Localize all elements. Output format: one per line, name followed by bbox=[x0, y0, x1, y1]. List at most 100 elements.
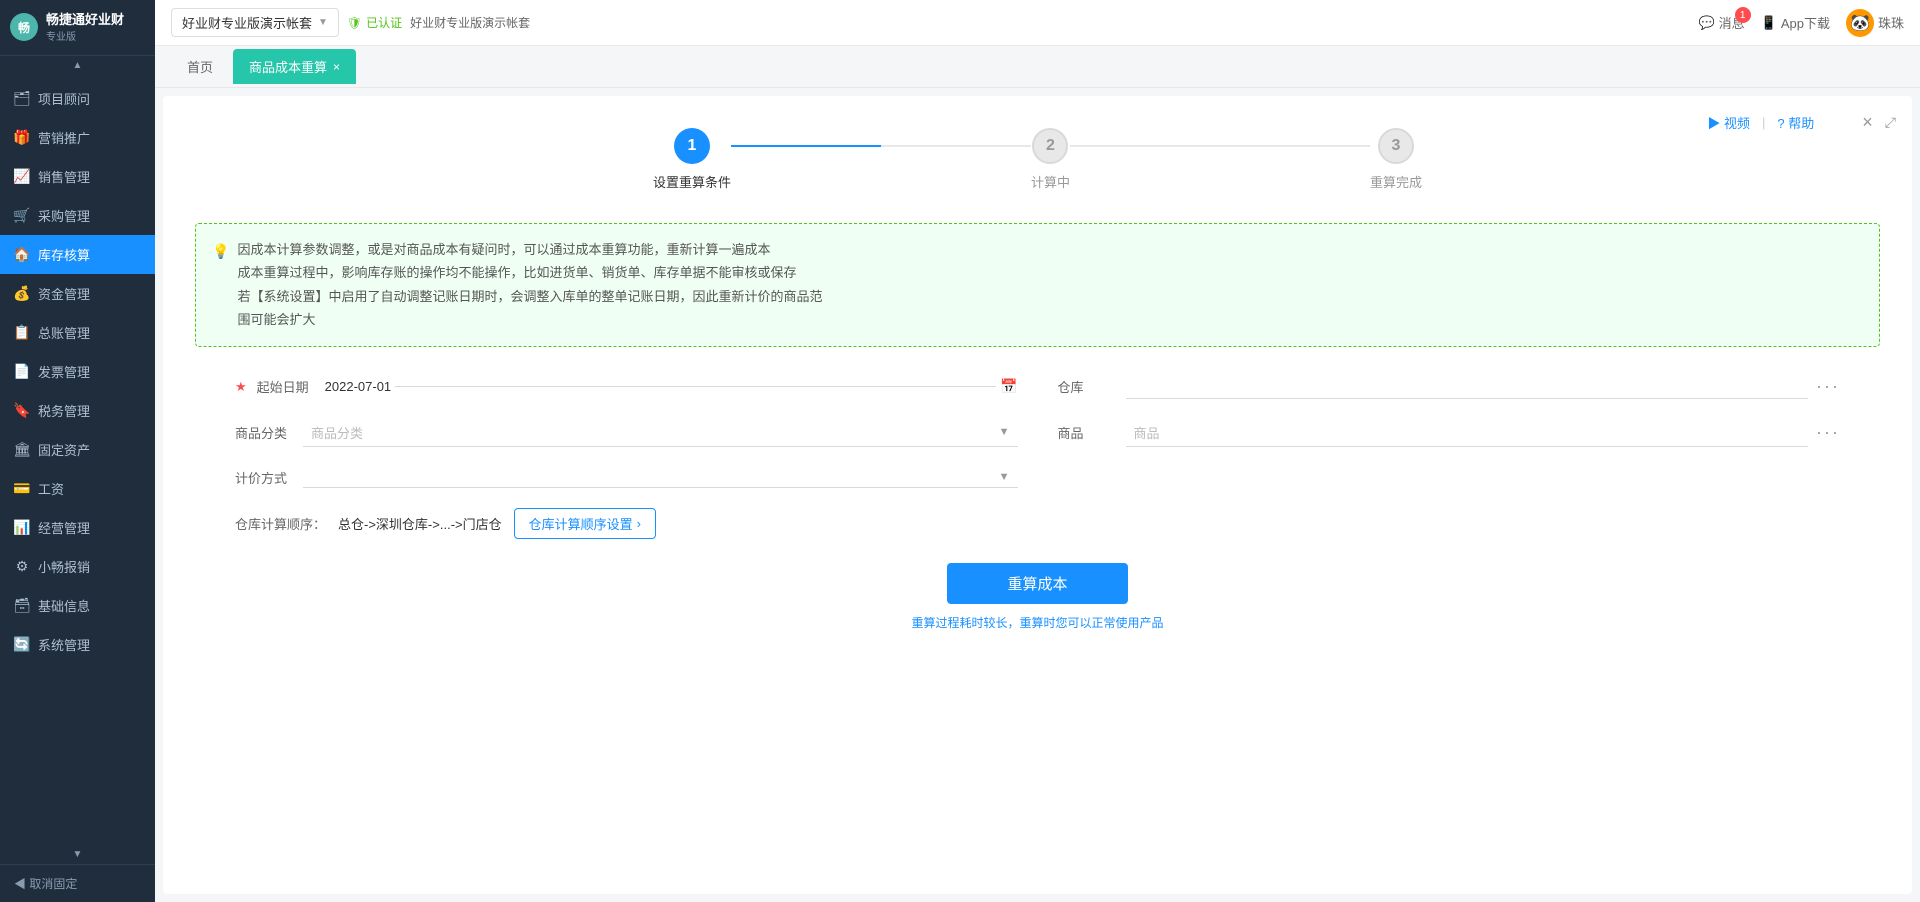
sidebar-item-sales[interactable]: 📈 销售管理 bbox=[0, 157, 155, 196]
user-name: 珠珠 bbox=[1878, 13, 1904, 32]
warehouse-input[interactable] bbox=[1126, 375, 1809, 399]
sidebar-item-salary[interactable]: 💳 工资 bbox=[0, 469, 155, 508]
avatar-image: 🐼 bbox=[1846, 9, 1874, 37]
warehouse-more-icon[interactable]: ··· bbox=[1816, 376, 1840, 397]
goods-label: 商品 bbox=[1058, 423, 1118, 442]
topbar-left: 好业财专业版演示帐套 ▼ 🛡 已认证 好业财专业版演示帐套 bbox=[171, 8, 1686, 37]
sidebar: 畅 畅捷通好业财 专业版 ▲ 🗂 项目顾问 🎁 营销推广 📈 销售管理 🛒 采购… bbox=[0, 0, 155, 902]
warehouse-order-value: 总仓->深圳仓库->...->门店仓 bbox=[338, 514, 502, 533]
verified-badge: 🛡 已认证 bbox=[347, 14, 402, 31]
project-icon: 🗂 bbox=[14, 90, 30, 106]
sidebar-item-label: 经营管理 bbox=[38, 518, 90, 537]
basic-icon: 🗃 bbox=[14, 597, 30, 613]
system-icon: 🔄 bbox=[14, 636, 30, 652]
sidebar-unpin-button[interactable]: ◀ 取消固定 bbox=[0, 864, 155, 902]
app-download-label: App下载 bbox=[1781, 13, 1830, 32]
expand-button[interactable]: ⤢ bbox=[1885, 114, 1896, 131]
assets-icon: 🏛 bbox=[14, 441, 30, 457]
sidebar-item-label: 销售管理 bbox=[38, 167, 90, 186]
app-download-button[interactable]: 📱 App下载 bbox=[1761, 13, 1830, 32]
tab-cost-recalc-label: 商品成本重算 bbox=[249, 57, 327, 76]
step-container: 1 设置重算条件 2 计算中 3 重算完成 bbox=[195, 120, 1880, 191]
sidebar-item-label: 库存核算 bbox=[38, 245, 90, 264]
sidebar-item-basic[interactable]: 🗃 基础信息 bbox=[0, 586, 155, 625]
operations-icon: 📊 bbox=[14, 519, 30, 535]
sidebar-item-invoice[interactable]: 📄 发票管理 bbox=[0, 352, 155, 391]
step-1-circle: 1 bbox=[674, 128, 710, 164]
warehouse-label: 仓库 bbox=[1058, 377, 1118, 396]
app-logo-icon: 畅 bbox=[10, 13, 38, 41]
form-row-2: 商品分类 商品分类 ▼ 商品 商品 ··· bbox=[235, 419, 1840, 447]
category-placeholder: 商品分类 bbox=[311, 423, 363, 442]
calendar-icon[interactable]: 📅 bbox=[1000, 378, 1017, 395]
sidebar-item-operations[interactable]: 📊 经营管理 bbox=[0, 508, 155, 547]
sidebar-item-finance[interactable]: 💰 资金管理 bbox=[0, 274, 155, 313]
step-1-label: 设置重算条件 bbox=[653, 172, 731, 191]
account-selector[interactable]: 好业财专业版演示帐套 ▼ bbox=[171, 8, 339, 37]
sidebar-item-accounting[interactable]: 📋 总账管理 bbox=[0, 313, 155, 352]
category-chevron-icon: ▼ bbox=[999, 426, 1010, 438]
start-date-label: 起始日期 bbox=[257, 377, 317, 396]
step-2-label: 计算中 bbox=[1031, 172, 1070, 191]
tab-close-icon[interactable]: × bbox=[333, 60, 340, 74]
sidebar-scroll-up[interactable]: ▲ bbox=[0, 56, 155, 75]
price-method-chevron-icon: ▼ bbox=[999, 471, 1010, 483]
form-section: ★ 起始日期 2022-07-01 📅 仓库 ··· 商品分类 bbox=[195, 375, 1880, 631]
field-warehouse: 仓库 ··· bbox=[1058, 375, 1841, 399]
main-container: 好业财专业版演示帐套 ▼ 🛡 已认证 好业财专业版演示帐套 💬 消息 1 📱 A… bbox=[155, 0, 1920, 902]
category-select[interactable]: 商品分类 ▼ bbox=[303, 419, 1018, 447]
unpin-label: ◀ 取消固定 bbox=[14, 875, 77, 892]
content-area: ▶ 视频 | ? 帮助 × ⤢ 1 设置重算条件 2 bbox=[163, 96, 1912, 894]
submit-hint: 重算过程耗时较长，重算时您可以正常使用产品 bbox=[235, 614, 1840, 631]
topbar: 好业财专业版演示帐套 ▼ 🛡 已认证 好业财专业版演示帐套 💬 消息 1 📱 A… bbox=[155, 0, 1920, 46]
account-name: 好业财专业版演示帐套 bbox=[182, 13, 312, 32]
step-2: 2 计算中 bbox=[1031, 128, 1070, 191]
sidebar-item-label: 工资 bbox=[38, 479, 64, 498]
goods-more-icon[interactable]: ··· bbox=[1816, 422, 1840, 443]
sidebar-item-project[interactable]: 🗂 项目顾问 bbox=[0, 79, 155, 118]
sidebar-item-assets[interactable]: 🏛 固定资产 bbox=[0, 430, 155, 469]
price-method-select[interactable]: ▼ bbox=[303, 467, 1018, 488]
user-avatar[interactable]: 🐼 珠珠 bbox=[1846, 9, 1904, 37]
gift-icon: 🎁 bbox=[14, 129, 30, 145]
sidebar-item-expense[interactable]: ⚙ 小畅报销 bbox=[0, 547, 155, 586]
start-date-value: 2022-07-01 bbox=[325, 379, 392, 394]
start-date-input-box: 2022-07-01 📅 bbox=[325, 378, 1018, 395]
verified-account-name: 好业财专业版演示帐套 bbox=[410, 14, 530, 31]
required-star: ★ bbox=[235, 379, 247, 395]
recalc-button[interactable]: 重算成本 bbox=[947, 563, 1127, 604]
verified-label: 已认证 bbox=[366, 14, 402, 31]
sidebar-scroll-down[interactable]: ▼ bbox=[0, 845, 155, 864]
sidebar-item-label: 税务管理 bbox=[38, 401, 90, 420]
step-2-circle: 2 bbox=[1032, 128, 1068, 164]
sidebar-item-label: 固定资产 bbox=[38, 440, 90, 459]
bulb-icon: 💡 bbox=[212, 239, 229, 332]
submit-section: 重算成本 重算过程耗时较长，重算时您可以正常使用产品 bbox=[235, 563, 1840, 631]
sidebar-item-inventory[interactable]: 🏠 库存核算 bbox=[0, 235, 155, 274]
recalc-button-label: 重算成本 bbox=[1007, 576, 1067, 593]
sidebar-item-label: 总账管理 bbox=[38, 323, 90, 342]
sidebar-item-label: 资金管理 bbox=[38, 284, 90, 303]
field-category: 商品分类 商品分类 ▼ bbox=[235, 419, 1018, 447]
tab-cost-recalc[interactable]: 商品成本重算 × bbox=[233, 49, 356, 84]
warehouse-order-settings-button[interactable]: 仓库计算顺序设置 › bbox=[514, 508, 656, 539]
notice-line-4: 围可能会扩大 bbox=[237, 308, 822, 331]
accounting-icon: 📋 bbox=[14, 324, 30, 340]
form-row-1: ★ 起始日期 2022-07-01 📅 仓库 ··· bbox=[235, 375, 1840, 399]
sidebar-item-marketing[interactable]: 🎁 营销推广 bbox=[0, 118, 155, 157]
field-price-method: 计价方式 ▼ bbox=[235, 467, 1018, 488]
message-button[interactable]: 💬 消息 1 bbox=[1698, 13, 1744, 32]
tab-home[interactable]: 首页 bbox=[171, 49, 229, 84]
expense-icon: ⚙ bbox=[14, 558, 30, 574]
notice-line-1: 因成本计算参数调整，或是对商品成本有疑问时，可以通过成本重算功能，重新计算一遍成… bbox=[237, 238, 822, 261]
shield-icon: 🛡 bbox=[347, 16, 362, 30]
inventory-icon: 🏠 bbox=[14, 246, 30, 262]
step-3-circle: 3 bbox=[1378, 128, 1414, 164]
sidebar-item-system[interactable]: 🔄 系统管理 bbox=[0, 625, 155, 664]
sidebar-item-label: 小畅报销 bbox=[38, 557, 90, 576]
sidebar-item-purchase[interactable]: 🛒 采购管理 bbox=[0, 196, 155, 235]
warehouse-order-row: 仓库计算顺序： 总仓->深圳仓库->...->门店仓 仓库计算顺序设置 › bbox=[235, 508, 1840, 539]
sidebar-item-tax[interactable]: 🔖 税务管理 bbox=[0, 391, 155, 430]
sidebar-nav: 🗂 项目顾问 🎁 营销推广 📈 销售管理 🛒 采购管理 🏠 库存核算 💰 资金管… bbox=[0, 75, 155, 845]
warehouse-order-label: 仓库计算顺序： bbox=[235, 514, 326, 533]
